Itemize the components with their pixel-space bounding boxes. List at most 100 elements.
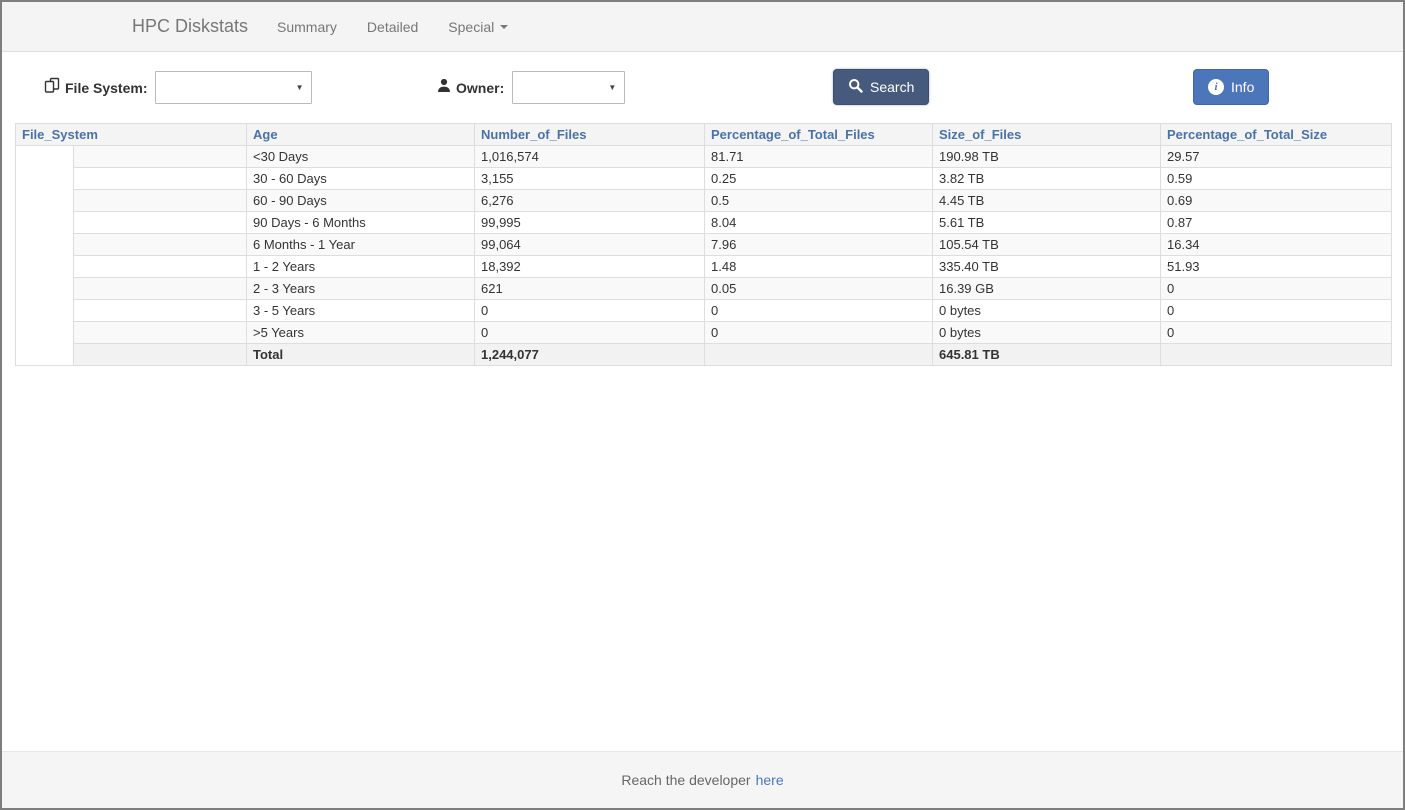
cell-number-of-files: 0 (474, 299, 705, 322)
file-system-select-wrap: ▼ (155, 71, 313, 104)
info-button[interactable]: i Info (1193, 69, 1270, 105)
search-icon (848, 78, 863, 96)
column-header-percentage-of-total-size[interactable]: Percentage_of_Total_Size (1160, 123, 1392, 146)
owner-select[interactable] (512, 71, 626, 104)
cell-size-of-files: 4.45 TB (932, 189, 1161, 212)
file-system-filter: File System: ▼ (44, 71, 313, 104)
nav-item-special[interactable]: Special (433, 2, 523, 52)
cell-file-system (73, 277, 247, 300)
cell-number-of-files: 18,392 (474, 255, 705, 278)
cell-age: 1 - 2 Years (246, 255, 475, 278)
search-button-label: Search (870, 79, 915, 95)
cell-size-of-files: 5.61 TB (932, 211, 1161, 234)
column-header-file-system[interactable]: File_System (15, 123, 247, 146)
cell-file-system (73, 321, 247, 344)
diskstats-table: File_System Age Number_of_Files Percenta… (15, 123, 1392, 366)
cell-total-number-of-files: 1,244,077 (474, 343, 705, 366)
app-brand[interactable]: HPC Diskstats (132, 16, 248, 37)
cell-age: 6 Months - 1 Year (246, 233, 475, 256)
cell-number-of-files: 0 (474, 321, 705, 344)
cell-percentage-of-total-size: 16.34 (1160, 233, 1392, 256)
cell-percentage-of-total-files: 7.96 (704, 233, 933, 256)
cell-percentage-of-total-files: 81.71 (704, 145, 933, 168)
cell-percentage-of-total-files: 0.05 (704, 277, 933, 300)
file-system-select[interactable] (155, 71, 313, 104)
cell-age: >5 Years (246, 321, 475, 344)
cell-age: 3 - 5 Years (246, 299, 475, 322)
duplicate-icon (44, 77, 60, 99)
cell-age: 2 - 3 Years (246, 277, 475, 300)
cell-percentage-of-total-size: 51.93 (1160, 255, 1392, 278)
table-header: File_System Age Number_of_Files Percenta… (15, 123, 1392, 146)
search-button[interactable]: Search (833, 69, 930, 105)
cell-total-size-of-files: 645.81 TB (932, 343, 1161, 366)
cell-percentage-of-total-size: 0.59 (1160, 167, 1392, 190)
cell-file-system (73, 255, 247, 278)
caret-down-icon (500, 24, 509, 29)
table-row: 3 - 5 Years 0 0 0 bytes 0 (16, 299, 1392, 322)
cell-number-of-files: 3,155 (474, 167, 705, 190)
column-header-age[interactable]: Age (246, 123, 475, 146)
cell-file-system (73, 145, 247, 168)
cell-size-of-files: 105.54 TB (932, 233, 1161, 256)
column-header-number-of-files[interactable]: Number_of_Files (474, 123, 705, 146)
table-row: <30 Days 1,016,574 81.71 190.98 TB 29.57 (15, 145, 1392, 366)
table-total-row: Total 1,244,077 645.81 TB (16, 343, 1392, 366)
footer: Reach the developer here (2, 751, 1403, 808)
table-row: 60 - 90 Days 6,276 0.5 4.45 TB 0.69 (16, 189, 1392, 212)
cell-size-of-files: 16.39 GB (932, 277, 1161, 300)
cell-number-of-files: 99,995 (474, 211, 705, 234)
nav-item-detailed[interactable]: Detailed (352, 2, 433, 52)
cell-number-of-files: 1,016,574 (474, 145, 705, 168)
info-icon: i (1208, 79, 1224, 95)
cell-number-of-files: 621 (474, 277, 705, 300)
cell-percentage-of-total-size: 0.87 (1160, 211, 1392, 234)
cell-percentage-of-total-files: 1.48 (704, 255, 933, 278)
cell-age: 30 - 60 Days (246, 167, 475, 190)
cell-percentage-of-total-size: 0 (1160, 321, 1392, 344)
cell-size-of-files: 0 bytes (932, 321, 1161, 344)
cell-file-system (73, 167, 247, 190)
table-row: 1 - 2 Years 18,392 1.48 335.40 TB 51.93 (16, 255, 1392, 278)
cell-age: <30 Days (246, 145, 475, 168)
navbar: HPC Diskstats Summary Detailed Special (2, 2, 1403, 52)
cell-percentage-of-total-files: 0.25 (704, 167, 933, 190)
cell-number-of-files: 6,276 (474, 189, 705, 212)
table-row: 90 Days - 6 Months 99,995 8.04 5.61 TB 0… (16, 211, 1392, 234)
user-icon (437, 78, 451, 98)
cell-size-of-files: 190.98 TB (932, 145, 1161, 168)
footer-text: Reach the developer (621, 772, 751, 788)
file-system-label: File System: (65, 79, 148, 96)
table-row: 6 Months - 1 Year 99,064 7.96 105.54 TB … (16, 233, 1392, 256)
cell-file-system (73, 343, 247, 366)
table-row: 30 - 60 Days 3,155 0.25 3.82 TB 0.59 (16, 167, 1392, 190)
cell-size-of-files: 0 bytes (932, 299, 1161, 322)
filter-bar: File System: ▼ Owner: ▼ Search i Info (2, 52, 1403, 122)
cell-size-of-files: 335.40 TB (932, 255, 1161, 278)
cell-number-of-files: 99,064 (474, 233, 705, 256)
owner-filter: Owner: ▼ (437, 71, 626, 104)
nav-item-special-label: Special (448, 18, 495, 35)
table-row: 2 - 3 Years 621 0.05 16.39 GB 0 (16, 277, 1392, 300)
nav-links: Summary Detailed Special (262, 2, 523, 52)
cell-percentage-of-total-size: 0.69 (1160, 189, 1392, 212)
file-system-group-cell (15, 145, 74, 366)
cell-percentage-of-total-size: 0 (1160, 299, 1392, 322)
nav-item-summary[interactable]: Summary (262, 2, 352, 52)
cell-percentage-of-total-size: 29.57 (1160, 145, 1392, 168)
table-body: <30 Days 1,016,574 81.71 190.98 TB 29.57… (15, 145, 1392, 366)
column-header-percentage-of-total-files[interactable]: Percentage_of_Total_Files (704, 123, 933, 146)
cell-file-system (73, 189, 247, 212)
cell-percentage-of-total-files: 0.5 (704, 189, 933, 212)
cell-percentage-of-total-size: 0 (1160, 277, 1392, 300)
cell-total-percentage-of-total-size (1160, 343, 1392, 366)
owner-label: Owner: (456, 79, 505, 96)
cell-size-of-files: 3.82 TB (932, 167, 1161, 190)
cell-percentage-of-total-files: 8.04 (704, 211, 933, 234)
cell-file-system (73, 233, 247, 256)
column-header-size-of-files[interactable]: Size_of_Files (932, 123, 1161, 146)
cell-file-system (73, 211, 247, 234)
cell-percentage-of-total-files: 0 (704, 321, 933, 344)
developer-link[interactable]: here (756, 772, 784, 788)
info-button-label: Info (1231, 79, 1255, 95)
